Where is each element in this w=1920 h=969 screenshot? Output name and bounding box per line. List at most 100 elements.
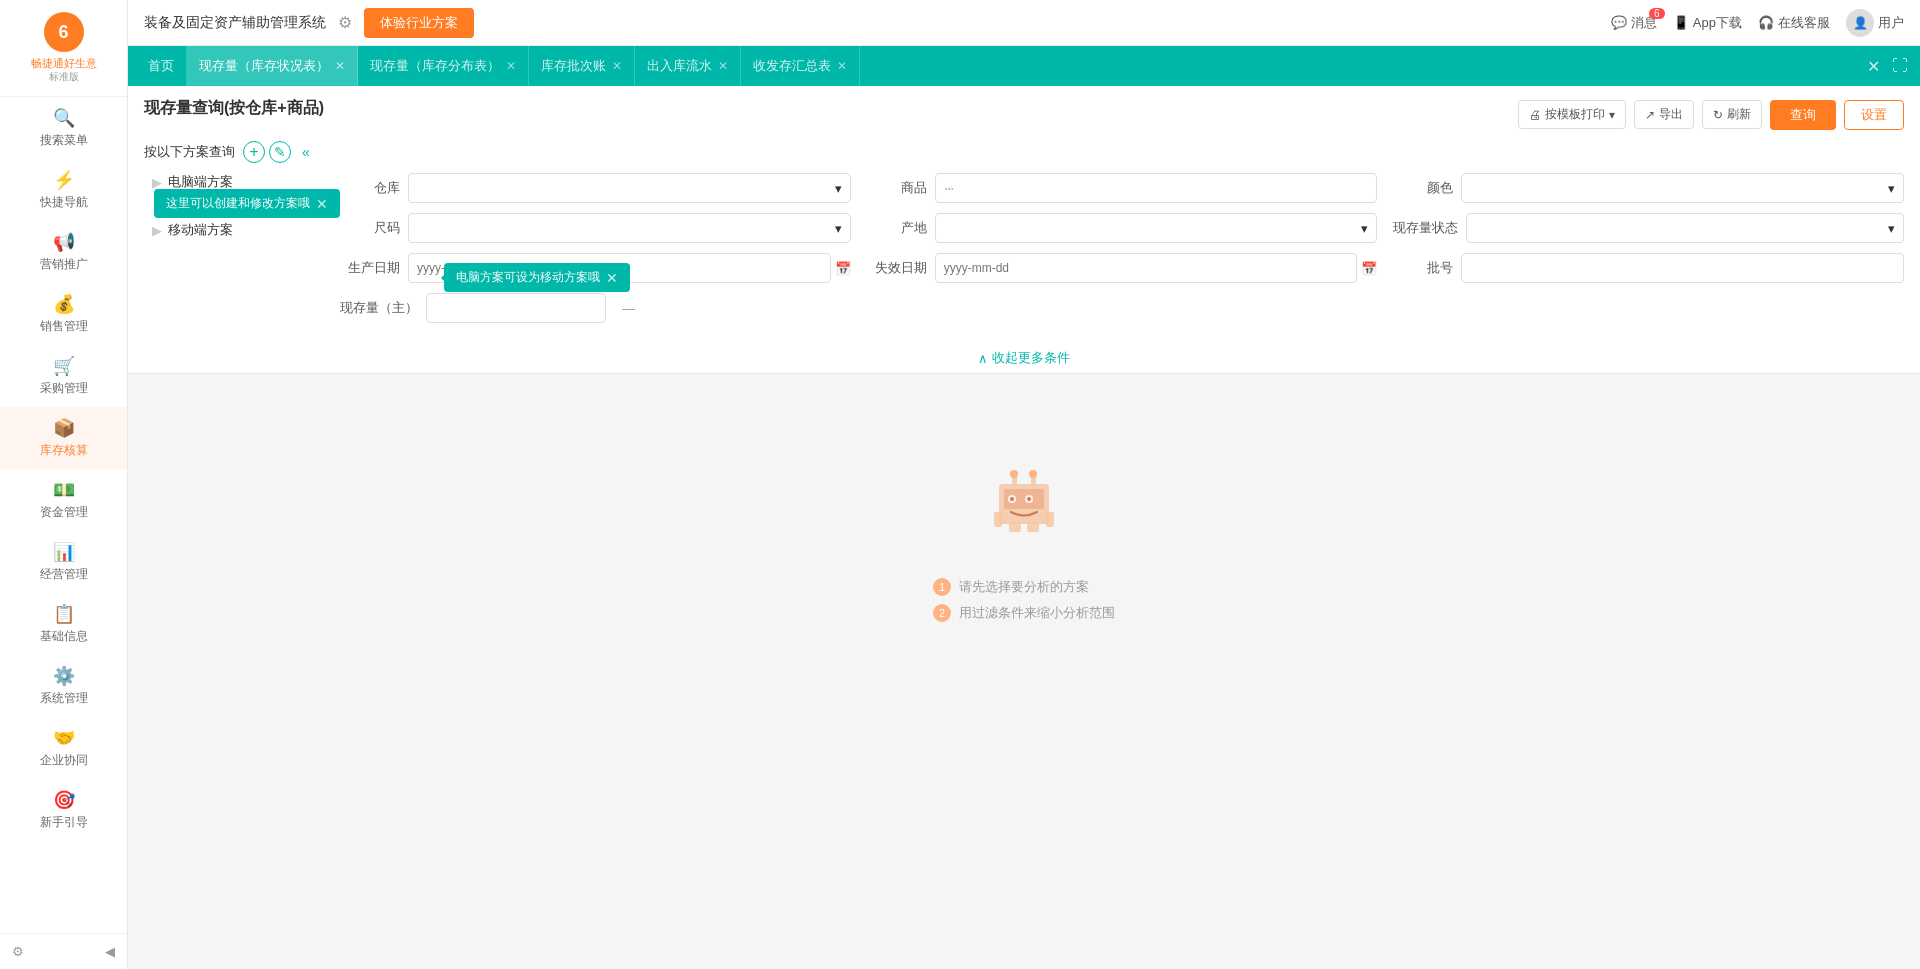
- filter-inv-status: 现存量状态 ▾: [1393, 213, 1904, 243]
- tip-num-2: 2: [933, 604, 951, 622]
- settings-btn[interactable]: ⚙: [338, 13, 352, 32]
- inv-status-select[interactable]: ▾: [1466, 213, 1904, 243]
- sidebar-item-system[interactable]: ⚙️ 系统管理: [0, 655, 127, 717]
- sidebar-item-label: 销售管理: [40, 318, 88, 335]
- add-scheme-btn[interactable]: +: [243, 141, 265, 163]
- close-tab-inventory-dist[interactable]: ✕: [506, 59, 516, 73]
- logo-icon: 6: [44, 12, 84, 52]
- close-tab-batch[interactable]: ✕: [612, 59, 622, 73]
- trial-button[interactable]: 体验行业方案: [364, 8, 474, 38]
- scheme-list: ▶ 电脑端方案 这里可以创建和修改方案哦 ✕ ▶ 移动端方案: [144, 173, 324, 333]
- online-support[interactable]: 🎧 在线客服: [1758, 14, 1830, 32]
- sidebar-item-inventory[interactable]: 📦 库存核算: [0, 407, 127, 469]
- tab-in-out-flow[interactable]: 出入库流水 ✕: [635, 46, 741, 86]
- sidebar-item-label: 营销推广: [40, 256, 88, 273]
- app-download[interactable]: 📱 App下载: [1673, 14, 1742, 32]
- tab-bar-right: ✕ ⛶: [1863, 55, 1920, 78]
- tab-recv-summary-label: 收发存汇总表: [753, 57, 831, 75]
- target-icon: 🎯: [53, 789, 75, 811]
- sidebar-item-search[interactable]: 🔍 搜索菜单: [0, 97, 127, 159]
- finance-icon: 💵: [53, 479, 75, 501]
- goods-select[interactable]: ···: [935, 173, 1378, 203]
- svg-point-3: [1010, 497, 1014, 501]
- inv-status-label: 现存量状态: [1393, 219, 1458, 237]
- sidebar-item-guide[interactable]: 🎯 新手引导: [0, 779, 127, 841]
- size-label: 尺码: [340, 219, 400, 237]
- tab-recv-summary[interactable]: 收发存汇总表 ✕: [741, 46, 860, 86]
- tab-inventory-dist-label: 现存量（库存分布表）: [370, 57, 500, 75]
- batch-no-label: 批号: [1393, 259, 1453, 277]
- inv-qty-min[interactable]: [426, 293, 606, 323]
- box-icon: 📦: [53, 417, 75, 439]
- expiry-date-input: 📅: [935, 253, 1378, 283]
- reset-button[interactable]: 设置: [1844, 100, 1904, 130]
- sidebar-item-purchase[interactable]: 🛒 采购管理: [0, 345, 127, 407]
- expiry-date-field[interactable]: [935, 253, 1358, 283]
- flash-icon: ⚡: [53, 169, 75, 191]
- notification-area[interactable]: 💬 消息 6: [1611, 14, 1657, 32]
- sidebar-item-operations[interactable]: 📊 经营管理: [0, 531, 127, 593]
- sidebar-item-label: 系统管理: [40, 690, 88, 707]
- collapse-icon[interactable]: ◀: [105, 944, 115, 959]
- tab-home[interactable]: 首页: [136, 46, 187, 86]
- sidebar-item-label: 采购管理: [40, 380, 88, 397]
- tip-text-2: 用过滤条件来缩小分析范围: [959, 600, 1115, 626]
- sidebar-item-sales[interactable]: 💰 销售管理: [0, 283, 127, 345]
- calendar-icon-1[interactable]: 📅: [835, 261, 851, 276]
- printer-icon: 🖨: [1529, 108, 1541, 122]
- batch-no-field[interactable]: [1461, 253, 1904, 283]
- mobile-scheme-item[interactable]: ▶ 移动端方案: [152, 221, 324, 239]
- sidebar-item-basic[interactable]: 📋 基础信息: [0, 593, 127, 655]
- export-btn[interactable]: ↗ 导出: [1634, 100, 1694, 129]
- print-btn[interactable]: 🖨 按模板打印 ▾: [1518, 100, 1626, 129]
- calendar-icon-2[interactable]: 📅: [1361, 261, 1377, 276]
- color-select[interactable]: ▾: [1461, 173, 1904, 203]
- warehouse-select[interactable]: ▾: [408, 173, 851, 203]
- filter-batch-no: 批号: [1393, 253, 1904, 283]
- export-icon: ↗: [1645, 108, 1655, 122]
- back-scheme-btn[interactable]: «: [295, 141, 317, 163]
- warehouse-label: 仓库: [340, 179, 400, 197]
- edit-scheme-btn[interactable]: ✎: [269, 141, 291, 163]
- system-title: 装备及固定资产辅助管理系统: [144, 14, 326, 32]
- close-tab-inventory-status[interactable]: ✕: [335, 59, 345, 73]
- filter-warehouse: 仓库 ▾: [340, 173, 851, 203]
- sidebar-item-label: 搜索菜单: [40, 132, 88, 149]
- sidebar-item-label: 经营管理: [40, 566, 88, 583]
- search-icon: 🔍: [53, 107, 75, 129]
- sidebar-item-label: 新手引导: [40, 814, 88, 831]
- tooltip-close-2[interactable]: ✕: [316, 196, 328, 212]
- prod-date-label: 生产日期: [340, 259, 400, 277]
- origin-select[interactable]: ▾: [935, 213, 1378, 243]
- tab-fullscreen[interactable]: ⛶: [1888, 55, 1912, 77]
- refresh-btn[interactable]: ↻ 刷新: [1702, 100, 1762, 129]
- size-select[interactable]: ▾: [408, 213, 851, 243]
- tab-close-all[interactable]: ✕: [1863, 55, 1884, 78]
- page-title-row: 现存量查询(按仓库+商品) 🖨 按模板打印 ▾ ↗ 导出 ↻ 刷新: [144, 98, 1904, 131]
- expiry-date-label: 失效日期: [867, 259, 927, 277]
- settings-icon[interactable]: ⚙: [12, 944, 24, 959]
- sidebar-item-marketing[interactable]: 📢 营销推广: [0, 221, 127, 283]
- svg-point-5: [1027, 497, 1031, 501]
- tip-text-1: 请先选择要分析的方案: [959, 574, 1089, 600]
- color-label: 颜色: [1393, 179, 1453, 197]
- search-panel: 现存量查询(按仓库+商品) 🖨 按模板打印 ▾ ↗ 导出 ↻ 刷新: [128, 86, 1920, 374]
- chevron-down-icon-5: ▾: [1888, 221, 1895, 236]
- tab-batch-account[interactable]: 库存批次账 ✕: [529, 46, 635, 86]
- logo-area: 6 畅捷通好生意 标准版: [0, 0, 127, 97]
- query-scheme-label: 按以下方案查询: [144, 143, 235, 161]
- sidebar-item-finance[interactable]: 💵 资金管理: [0, 469, 127, 531]
- collapse-filters-btn[interactable]: ∧ 收起更多条件: [144, 343, 1904, 373]
- close-tab-recv[interactable]: ✕: [837, 59, 847, 73]
- filter-expiry-date: 失效日期 📅: [867, 253, 1378, 283]
- tab-inventory-dist[interactable]: 现存量（库存分布表） ✕: [358, 46, 529, 86]
- toolbar-right: 🖨 按模板打印 ▾ ↗ 导出 ↻ 刷新 查询 设置: [1518, 100, 1904, 130]
- search-button[interactable]: 查询: [1770, 100, 1836, 130]
- sidebar-item-label: 基础信息: [40, 628, 88, 645]
- tab-inventory-status[interactable]: 现存量（库存状况表） ✕: [187, 46, 358, 86]
- sidebar-item-quicknav[interactable]: ⚡ 快捷导航: [0, 159, 127, 221]
- user-area[interactable]: 👤 用户: [1846, 9, 1904, 37]
- tooltip-close-1[interactable]: ✕: [606, 270, 618, 286]
- close-tab-flow[interactable]: ✕: [718, 59, 728, 73]
- sidebar-item-enterprise[interactable]: 🤝 企业协同: [0, 717, 127, 779]
